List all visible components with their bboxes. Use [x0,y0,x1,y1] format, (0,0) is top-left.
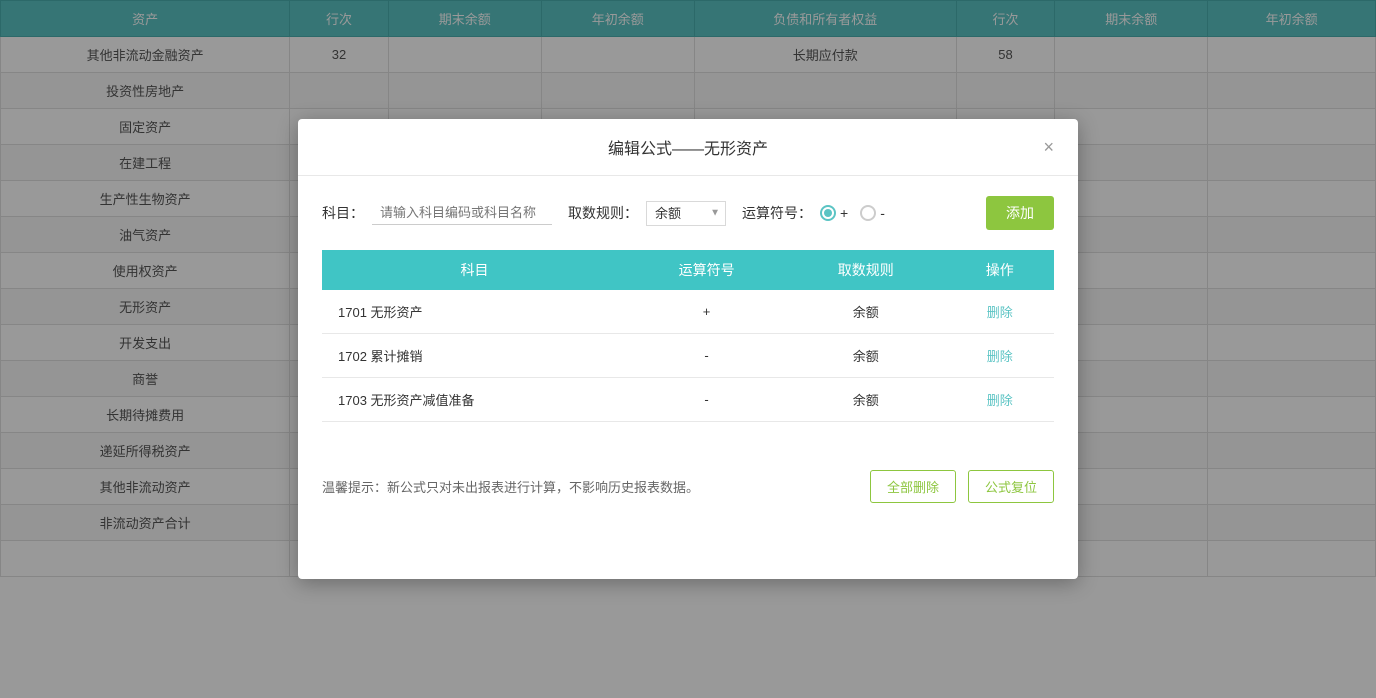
formula-table: 科目 运算符号 取数规则 操作 1701 无形资产 + 余额 删除 [322,250,1054,422]
operator-plus-radio[interactable]: + [820,205,848,221]
formula-row: 1702 累计摊销 - 余额 删除 [322,334,1054,378]
row-subject: 1703 无形资产减值准备 [322,378,627,422]
reset-formula-button[interactable]: 公式复位 [968,470,1054,503]
row-action: 删除 [945,334,1054,378]
formula-row: 1703 无形资产减值准备 - 余额 删除 [322,378,1054,422]
tip-text: 温馨提示：新公式只对未出报表进行计算，不影响历史报表数据。 [322,477,699,496]
row-action: 删除 [945,378,1054,422]
edit-formula-modal: 编辑公式——无形资产 × 科目： 取数规则： 余额 借方 贷方 [298,119,1078,579]
footer-buttons: 全部删除 公式复位 [870,470,1054,503]
operator-label: 运算符号： [742,203,812,223]
operator-minus-radio[interactable]: - [860,205,885,221]
row-subject: 1702 累计摊销 [322,334,627,378]
row-action: 删除 [945,290,1054,334]
rule-field: 取数规则： 余额 借方 贷方 借方累计 贷方累计 ▼ [568,201,726,226]
radio-minus-circle [860,205,876,221]
operator-plus-label: + [840,205,848,221]
col-rule: 取数规则 [786,250,945,290]
col-subject: 科目 [322,250,627,290]
rule-select-wrapper: 余额 借方 贷方 借方累计 贷方累计 ▼ [646,201,726,226]
subject-field: 科目： [322,201,552,225]
subject-input[interactable] [372,201,552,225]
formula-row: 1701 无形资产 + 余额 删除 [322,290,1054,334]
table-header-row: 科目 运算符号 取数规则 操作 [322,250,1054,290]
modal-footer: 温馨提示：新公式只对未出报表进行计算，不影响历史报表数据。 全部删除 公式复位 [298,458,1078,519]
row-operator: - [627,334,786,378]
delete-all-button[interactable]: 全部删除 [870,470,956,503]
row-subject: 1701 无形资产 [322,290,627,334]
delete-link-0[interactable]: 删除 [987,305,1013,320]
modal-overlay: 编辑公式——无形资产 × 科目： 取数规则： 余额 借方 贷方 [0,0,1376,698]
row-rule: 余额 [786,334,945,378]
modal-header: 编辑公式——无形资产 × [298,119,1078,176]
col-action: 操作 [945,250,1054,290]
modal-title: 编辑公式——无形资产 [608,135,768,159]
operator-radio-group: + - [820,205,885,221]
modal-body: 科目： 取数规则： 余额 借方 贷方 借方累计 贷方累计 ▼ [298,176,1078,458]
row-rule: 余额 [786,378,945,422]
modal-close-button[interactable]: × [1035,134,1062,160]
rule-label: 取数规则： [568,203,638,223]
rule-select[interactable]: 余额 借方 贷方 借方累计 贷方累计 [646,201,726,226]
radio-plus-circle [820,205,836,221]
delete-link-1[interactable]: 删除 [987,349,1013,364]
operator-minus-label: - [880,205,885,221]
row-rule: 余额 [786,290,945,334]
row-operator: - [627,378,786,422]
delete-link-2[interactable]: 删除 [987,393,1013,408]
form-row: 科目： 取数规则： 余额 借方 贷方 借方累计 贷方累计 ▼ [322,196,1054,230]
subject-label: 科目： [322,203,364,223]
row-operator: + [627,290,786,334]
operator-field: 运算符号： + - [742,203,885,223]
add-button[interactable]: 添加 [986,196,1054,230]
col-operator: 运算符号 [627,250,786,290]
